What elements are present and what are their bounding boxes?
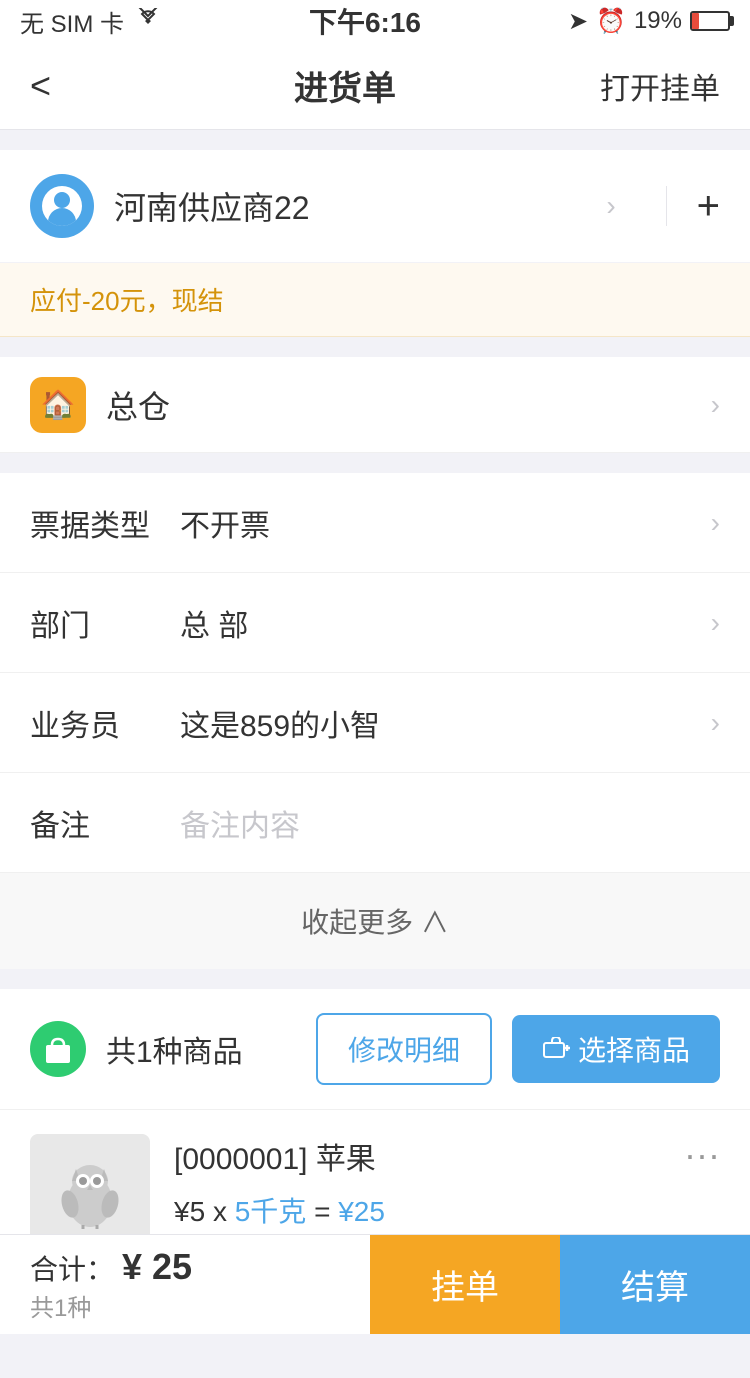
open-pending-button[interactable]: 打开挂单 — [600, 64, 720, 108]
remark-label: 备注 — [30, 801, 170, 845]
supplier-chevron-icon: › — [606, 190, 615, 222]
ticket-value: 不开票 — [170, 501, 711, 545]
product-name: [0000001] 苹果 — [174, 1134, 684, 1178]
total-section: 合计： ¥ 25 共1种 — [0, 1235, 370, 1334]
divider — [666, 186, 667, 226]
quantity: 5千克 — [235, 1196, 307, 1227]
department-chevron-icon: › — [711, 607, 720, 639]
bag-icon — [42, 1035, 74, 1063]
select-product-button[interactable]: 选择商品 — [512, 1015, 720, 1083]
add-button[interactable]: + — [697, 184, 720, 229]
product-count: 共1种商品 — [106, 1027, 316, 1071]
supplier-row[interactable]: 河南供应商22 › + — [0, 150, 750, 263]
supplier-section: 河南供应商22 › + 应付-20元，现结 — [0, 150, 750, 337]
warehouse-row[interactable]: 🏠 总仓 › — [0, 357, 750, 453]
department-value: 总 部 — [170, 601, 711, 645]
battery-percent: 19% — [634, 7, 682, 35]
status-bar-left: 无 SIM 卡 — [20, 4, 162, 39]
collapse-label: 收起更多 ∧ — [301, 907, 449, 938]
multiply-sign: x — [213, 1196, 235, 1227]
product-price: ¥5 x 5千克 = ¥25 — [174, 1190, 684, 1230]
total-row: 合计： ¥ 25 — [30, 1246, 340, 1288]
back-button[interactable]: < — [30, 65, 90, 107]
location-icon: ➤ — [568, 7, 588, 36]
section-gap-1 — [0, 130, 750, 150]
product-title: 苹果 — [316, 1143, 376, 1176]
section-gap-3 — [0, 453, 750, 473]
salesperson-label: 业务员 — [30, 701, 170, 745]
battery-icon — [690, 11, 730, 31]
alarm-icon: ⏰ — [596, 7, 626, 36]
page-title: 进货单 — [294, 61, 396, 110]
pending-button[interactable]: 挂单 — [370, 1235, 560, 1334]
product-more-button[interactable]: ··· — [684, 1134, 720, 1176]
section-gap-2 — [0, 337, 750, 357]
supplier-avatar — [30, 174, 94, 238]
avatar-icon — [42, 186, 82, 226]
product-icon-bg — [30, 1021, 86, 1077]
checkout-button[interactable]: 结算 — [560, 1235, 750, 1334]
department-row[interactable]: 部门 总 部 › — [0, 573, 750, 673]
cart-icon — [542, 1037, 570, 1061]
warehouse-name: 总仓 — [106, 382, 711, 428]
warehouse-section: 🏠 总仓 › — [0, 357, 750, 453]
alert-banner: 应付-20元，现结 — [0, 263, 750, 337]
total-amount: ¥ 25 — [122, 1246, 192, 1288]
status-bar: 无 SIM 卡 下午6:16 ➤ ⏰ 19% — [0, 0, 750, 42]
salesperson-chevron-icon: › — [711, 707, 720, 739]
supplier-name: 河南供应商22 — [114, 183, 606, 229]
remark-placeholder: 备注内容 — [170, 801, 720, 845]
nav-bar: < 进货单 打开挂单 — [0, 42, 750, 130]
select-product-label: 选择商品 — [578, 1029, 690, 1069]
form-section: 票据类型 不开票 › 部门 总 部 › 业务员 这是859的小智 › 备注 备注… — [0, 473, 750, 873]
ticket-type-row[interactable]: 票据类型 不开票 › — [0, 473, 750, 573]
unit-price: ¥5 — [174, 1196, 205, 1227]
house-icon: 🏠 — [41, 388, 76, 421]
wifi-icon — [134, 7, 162, 35]
ticket-label: 票据类型 — [30, 501, 170, 545]
product-info: [0000001] 苹果 ¥5 x 5千克 = ¥25 — [174, 1134, 684, 1230]
status-bar-time: 下午6:16 — [309, 1, 421, 41]
department-label: 部门 — [30, 601, 170, 645]
warehouse-icon-bg: 🏠 — [30, 377, 86, 433]
total-count: 共1种 — [30, 1288, 340, 1323]
collapse-row[interactable]: 收起更多 ∧ — [0, 873, 750, 969]
status-bar-right: ➤ ⏰ 19% — [568, 7, 730, 36]
total-price: ¥25 — [338, 1196, 385, 1227]
owl-icon — [50, 1159, 130, 1229]
remark-row[interactable]: 备注 备注内容 — [0, 773, 750, 873]
total-label: 合计： — [30, 1248, 114, 1288]
equals-sign: = — [314, 1196, 338, 1227]
salesperson-row[interactable]: 业务员 这是859的小智 › — [0, 673, 750, 773]
alert-text: 应付-20元，现结 — [30, 286, 224, 316]
section-gap-4 — [0, 969, 750, 989]
product-header: 共1种商品 修改明细 选择商品 — [0, 989, 750, 1109]
carrier-text: 无 SIM 卡 — [20, 4, 124, 39]
warehouse-chevron-icon: › — [711, 389, 720, 421]
bottom-bar: 合计： ¥ 25 共1种 挂单 结算 — [0, 1234, 750, 1334]
salesperson-value: 这是859的小智 — [170, 701, 711, 745]
ticket-chevron-icon: › — [711, 507, 720, 539]
product-code: [0000001] — [174, 1143, 307, 1176]
edit-detail-button[interactable]: 修改明细 — [316, 1013, 492, 1085]
